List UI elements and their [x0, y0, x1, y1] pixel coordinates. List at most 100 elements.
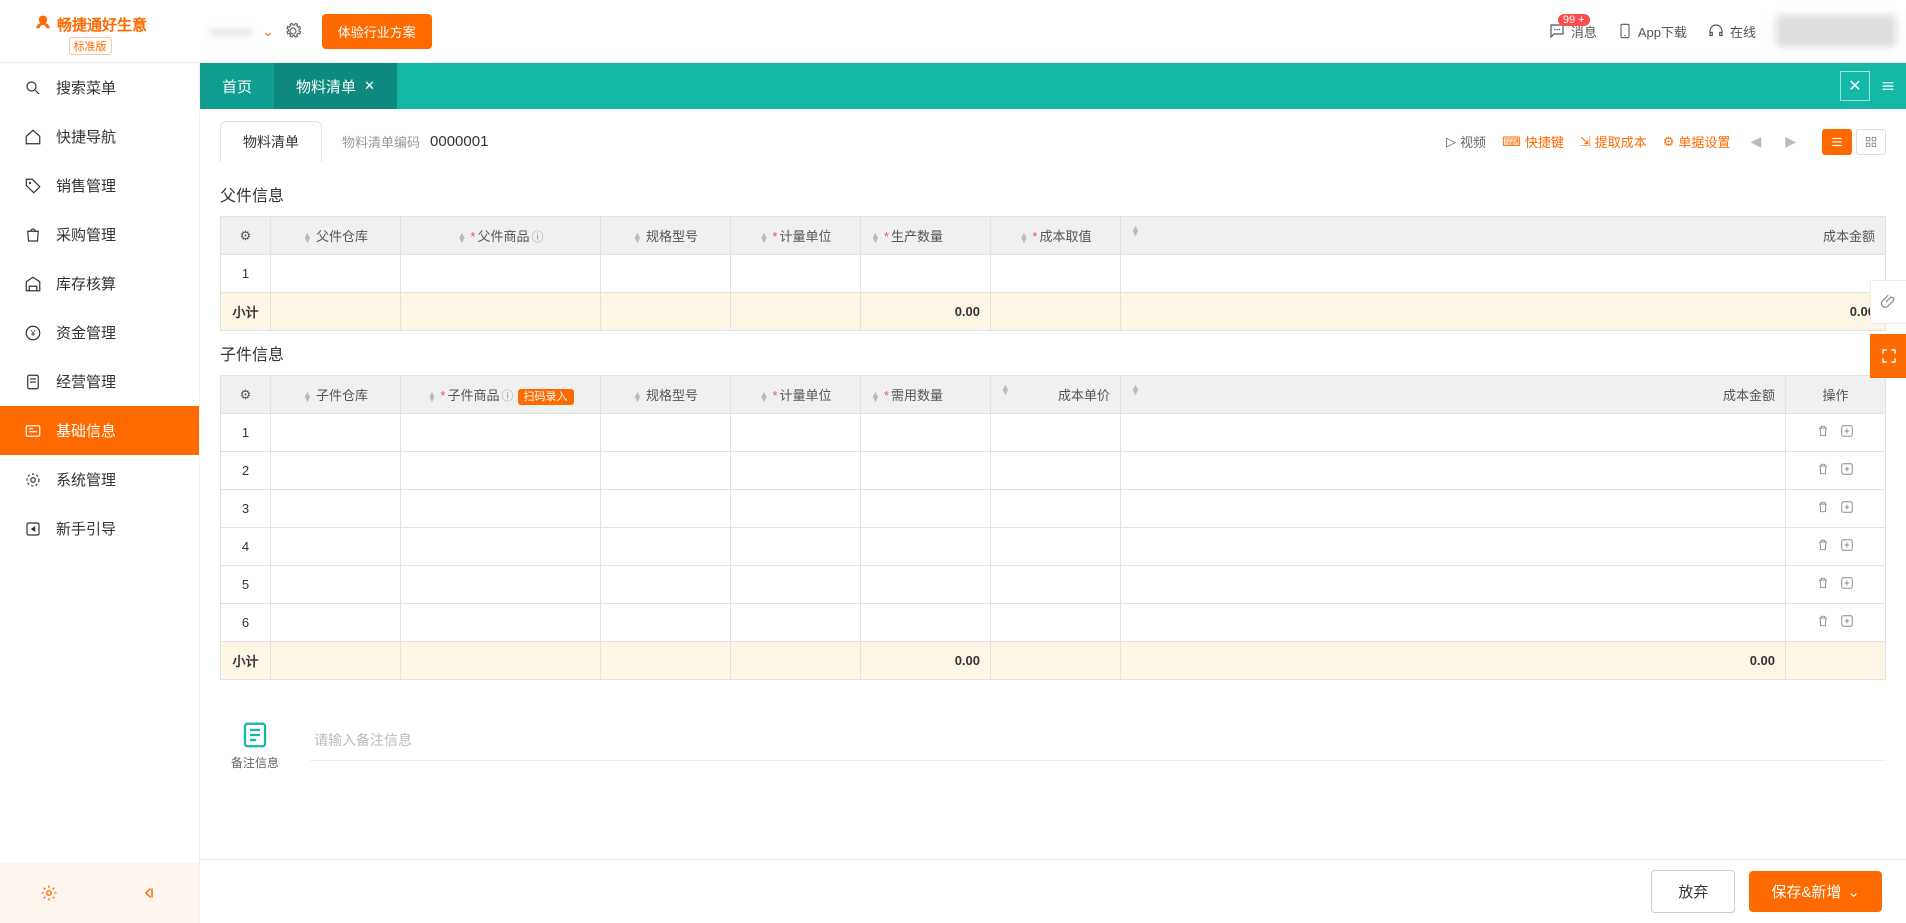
add-row-icon[interactable] — [1840, 500, 1856, 514]
cell-unit[interactable] — [731, 452, 861, 490]
cell-warehouse[interactable] — [271, 255, 401, 293]
cell-qty[interactable] — [861, 255, 991, 293]
cell-product[interactable] — [401, 452, 601, 490]
cell-price[interactable] — [991, 566, 1121, 604]
col-settings[interactable]: ⚙ — [221, 376, 271, 414]
col-parent-product[interactable]: ▲▼*父件商品ⓘ — [401, 217, 601, 255]
cell-qty[interactable] — [861, 566, 991, 604]
attachment-button[interactable] — [1870, 280, 1906, 324]
sidebar-item-operations[interactable]: 经营管理 — [0, 357, 199, 406]
close-icon[interactable]: ✕ — [364, 78, 375, 94]
tab-home[interactable]: 首页 — [200, 63, 274, 109]
add-row-icon[interactable] — [1840, 576, 1856, 590]
trial-button[interactable]: 体验行业方案 — [322, 14, 432, 49]
cell-spec[interactable] — [601, 414, 731, 452]
col-qty[interactable]: ▲▼*需用数量 — [861, 376, 991, 414]
col-unit[interactable]: ▲▼*计量单位 — [731, 217, 861, 255]
delete-row-icon[interactable] — [1816, 614, 1832, 628]
cell-price[interactable] — [991, 452, 1121, 490]
cell-warehouse[interactable] — [271, 414, 401, 452]
cell-unit[interactable] — [731, 255, 861, 293]
cell-costval[interactable] — [991, 255, 1121, 293]
prev-record-button[interactable]: ◀ — [1746, 133, 1765, 150]
col-settings[interactable]: ⚙ — [221, 217, 271, 255]
cell-warehouse[interactable] — [271, 528, 401, 566]
cell-spec[interactable] — [601, 255, 731, 293]
scan-input-tag[interactable]: 扫码录入 — [518, 389, 574, 405]
cell-amount[interactable] — [1121, 528, 1786, 566]
discard-button[interactable]: 放弃 — [1651, 870, 1735, 913]
cell-amount[interactable] — [1121, 604, 1786, 642]
add-row-icon[interactable] — [1840, 538, 1856, 552]
cell-qty[interactable] — [861, 414, 991, 452]
col-child-warehouse[interactable]: ▲▼子件仓库 — [271, 376, 401, 414]
cell-spec[interactable] — [601, 528, 731, 566]
cell-price[interactable] — [991, 528, 1121, 566]
save-and-new-button[interactable]: 保存&新增 ⌄ — [1749, 871, 1882, 912]
help-icon[interactable]: ⓘ — [501, 389, 513, 403]
delete-row-icon[interactable] — [1816, 500, 1832, 514]
child-row[interactable]: 6 — [221, 604, 1886, 642]
sidebar-item-sales[interactable]: 销售管理 — [0, 161, 199, 210]
sidebar-item-quicknav[interactable]: 快捷导航 — [0, 112, 199, 161]
col-qty[interactable]: ▲▼*生产数量 — [861, 217, 991, 255]
col-parent-warehouse[interactable]: ▲▼父件仓库 — [271, 217, 401, 255]
fullscreen-button[interactable] — [1870, 334, 1906, 378]
col-spec[interactable]: ▲▼规格型号 — [601, 376, 731, 414]
col-amount[interactable]: ▲▼成本金额 — [1121, 376, 1786, 414]
parent-row[interactable]: 1 — [221, 255, 1886, 293]
cell-product[interactable] — [401, 255, 601, 293]
extract-cost-button[interactable]: ⇲ 提取成本 — [1580, 132, 1647, 151]
org-settings-button[interactable] — [284, 22, 302, 40]
cell-price[interactable] — [991, 414, 1121, 452]
sidebar-item-stock[interactable]: 库存核算 — [0, 259, 199, 308]
delete-row-icon[interactable] — [1816, 462, 1832, 476]
cell-product[interactable] — [401, 566, 601, 604]
cell-warehouse[interactable] — [271, 452, 401, 490]
remarks-input[interactable] — [310, 720, 1886, 761]
sidebar-item-finance[interactable]: ¥ 资金管理 — [0, 308, 199, 357]
cell-amount[interactable] — [1121, 566, 1786, 604]
cell-amount[interactable] — [1121, 414, 1786, 452]
org-selector[interactable]: ——— ⌄ — [210, 23, 274, 40]
cell-product[interactable] — [401, 604, 601, 642]
cell-qty[interactable] — [861, 528, 991, 566]
shortcut-button[interactable]: ⌨ 快捷键 — [1502, 132, 1564, 151]
col-amount[interactable]: ▲▼成本金额 — [1121, 217, 1886, 255]
delete-row-icon[interactable] — [1816, 576, 1832, 590]
sidebar-item-system[interactable]: 系统管理 — [0, 455, 199, 504]
cell-spec[interactable] — [601, 566, 731, 604]
col-unit[interactable]: ▲▼*计量单位 — [731, 376, 861, 414]
child-row[interactable]: 5 — [221, 566, 1886, 604]
view-list-button[interactable] — [1822, 129, 1852, 155]
cell-qty[interactable] — [861, 490, 991, 528]
sidebar-item-guide[interactable]: 新手引导 — [0, 504, 199, 553]
cell-amount[interactable] — [1121, 452, 1786, 490]
cell-unit[interactable] — [731, 604, 861, 642]
cell-amount[interactable] — [1121, 490, 1786, 528]
next-record-button[interactable]: ▶ — [1781, 133, 1800, 150]
add-row-icon[interactable] — [1840, 424, 1856, 438]
col-costval[interactable]: ▲▼*成本取值 — [991, 217, 1121, 255]
col-spec[interactable]: ▲▼规格型号 — [601, 217, 731, 255]
cell-unit[interactable] — [731, 414, 861, 452]
add-row-icon[interactable] — [1840, 462, 1856, 476]
add-row-icon[interactable] — [1840, 614, 1856, 628]
cell-warehouse[interactable] — [271, 604, 401, 642]
child-row[interactable]: 2 — [221, 452, 1886, 490]
messages-button[interactable]: 99 + 消息 — [1548, 22, 1597, 41]
doc-settings-button[interactable]: ⚙ 单据设置 — [1663, 132, 1731, 151]
cell-price[interactable] — [991, 490, 1121, 528]
cell-product[interactable] — [401, 414, 601, 452]
cell-spec[interactable] — [601, 604, 731, 642]
cell-qty[interactable] — [861, 604, 991, 642]
sidebar-item-purchase[interactable]: 采购管理 — [0, 210, 199, 259]
cell-warehouse[interactable] — [271, 490, 401, 528]
user-avatar[interactable] — [1776, 15, 1896, 47]
app-download-button[interactable]: App下载 — [1617, 22, 1687, 41]
cell-unit[interactable] — [731, 490, 861, 528]
close-all-tabs-button[interactable]: ✕ — [1840, 71, 1870, 101]
col-price[interactable]: ▲▼成本单价 — [991, 376, 1121, 414]
form-tab[interactable]: 物料清单 — [220, 121, 322, 162]
help-icon[interactable]: ⓘ — [531, 230, 543, 244]
